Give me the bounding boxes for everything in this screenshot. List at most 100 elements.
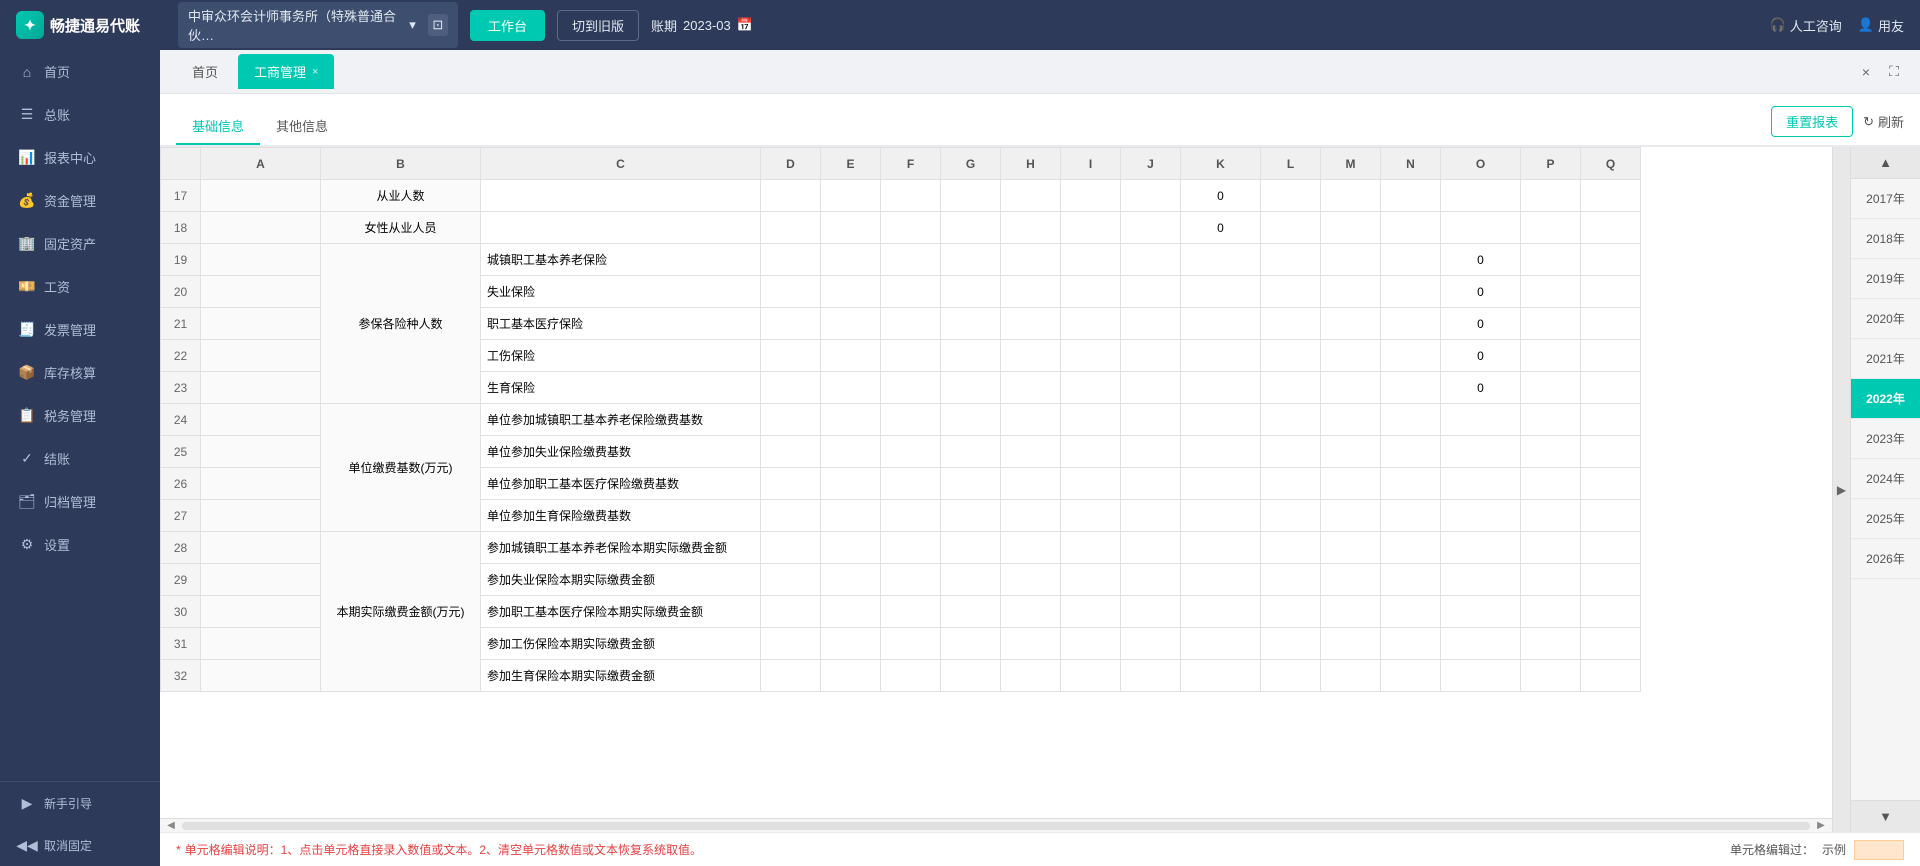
sidebar-item-newbie[interactable]: ▶ 新手引导 [0,782,160,824]
cell-E-21[interactable] [821,308,881,340]
cell-J-29[interactable] [1121,564,1181,596]
refresh-button[interactable]: ↻ 刷新 [1863,112,1904,131]
cell-A-25[interactable] [201,436,321,468]
cell-K-23[interactable] [1181,372,1261,404]
cell-I-19[interactable] [1061,244,1121,276]
cell-N-22[interactable] [1381,340,1441,372]
cell-C-18[interactable] [481,212,761,244]
cell-M-26[interactable] [1321,468,1381,500]
cell-C-28[interactable]: 参加城镇职工基本养老保险本期实际缴费金额 [481,532,761,564]
cell-Q-23[interactable] [1581,372,1641,404]
cell-D-24[interactable] [761,404,821,436]
cell-O-20[interactable]: 0 [1441,276,1521,308]
cell-N-17[interactable] [1381,180,1441,212]
cell-Q-26[interactable] [1581,468,1641,500]
cell-Q-19[interactable] [1581,244,1641,276]
cell-Q-30[interactable] [1581,596,1641,628]
cell-I-30[interactable] [1061,596,1121,628]
cell-A-28[interactable] [201,532,321,564]
cell-H-30[interactable] [1001,596,1061,628]
cell-G-27[interactable] [941,500,1001,532]
cell-P-18[interactable] [1521,212,1581,244]
cell-J-32[interactable] [1121,660,1181,692]
cell-M-19[interactable] [1321,244,1381,276]
cell-P-32[interactable] [1521,660,1581,692]
cell-O-27[interactable] [1441,500,1521,532]
cell-E-29[interactable] [821,564,881,596]
cell-M-24[interactable] [1321,404,1381,436]
cell-J-26[interactable] [1121,468,1181,500]
cell-O-23[interactable]: 0 [1441,372,1521,404]
cell-G-18[interactable] [941,212,1001,244]
sidebar-item-settings[interactable]: ⚙ 设置 [0,523,160,566]
cell-A-24[interactable] [201,404,321,436]
cell-Q-31[interactable] [1581,628,1641,660]
cell-A-23[interactable] [201,372,321,404]
cell-C-17[interactable] [481,180,761,212]
cell-J-20[interactable] [1121,276,1181,308]
cell-I-27[interactable] [1061,500,1121,532]
cell-J-18[interactable] [1121,212,1181,244]
cell-H-21[interactable] [1001,308,1061,340]
service-button[interactable]: 🎧 人工咨询 [1770,16,1842,35]
old-version-button[interactable]: 切到旧版 [557,10,639,41]
cell-O-24[interactable] [1441,404,1521,436]
cell-M-25[interactable] [1321,436,1381,468]
cell-Q-21[interactable] [1581,308,1641,340]
h-scrollbar[interactable]: ◀ ▶ [160,818,1832,832]
cell-K-32[interactable] [1181,660,1261,692]
cell-E-17[interactable] [821,180,881,212]
cell-F-29[interactable] [881,564,941,596]
cell-I-24[interactable] [1061,404,1121,436]
cell-L-21[interactable] [1261,308,1321,340]
cell-O-22[interactable]: 0 [1441,340,1521,372]
cell-A-26[interactable] [201,468,321,500]
cell-G-20[interactable] [941,276,1001,308]
cell-D-22[interactable] [761,340,821,372]
cell-A-31[interactable] [201,628,321,660]
cell-J-17[interactable] [1121,180,1181,212]
cell-C-19[interactable]: 城镇职工基本养老保险 [481,244,761,276]
sidebar-item-reports[interactable]: 📊 报表中心 [0,136,160,179]
cell-L-17[interactable] [1261,180,1321,212]
cell-K-21[interactable] [1181,308,1261,340]
cell-P-27[interactable] [1521,500,1581,532]
cell-Q-28[interactable] [1581,532,1641,564]
cell-P-29[interactable] [1521,564,1581,596]
cell-D-21[interactable] [761,308,821,340]
cell-P-25[interactable] [1521,436,1581,468]
cell-K-18[interactable]: 0 [1181,212,1261,244]
year-item-2017年[interactable]: 2017年 [1851,179,1920,219]
cell-I-21[interactable] [1061,308,1121,340]
cell-M-27[interactable] [1321,500,1381,532]
cell-A-21[interactable] [201,308,321,340]
cell-C-32[interactable]: 参加生育保险本期实际缴费金额 [481,660,761,692]
cell-E-18[interactable] [821,212,881,244]
cell-P-19[interactable] [1521,244,1581,276]
cell-B-17[interactable]: 从业人数 [321,180,481,212]
cell-G-22[interactable] [941,340,1001,372]
cell-I-20[interactable] [1061,276,1121,308]
cell-D-18[interactable] [761,212,821,244]
cell-K-19[interactable] [1181,244,1261,276]
cell-O-29[interactable] [1441,564,1521,596]
cell-M-32[interactable] [1321,660,1381,692]
cell-L-30[interactable] [1261,596,1321,628]
cell-H-17[interactable] [1001,180,1061,212]
cell-D-31[interactable] [761,628,821,660]
cell-P-24[interactable] [1521,404,1581,436]
cell-H-22[interactable] [1001,340,1061,372]
year-item-2023年[interactable]: 2023年 [1851,419,1920,459]
cell-N-29[interactable] [1381,564,1441,596]
cell-H-18[interactable] [1001,212,1061,244]
cell-E-26[interactable] [821,468,881,500]
cell-I-17[interactable] [1061,180,1121,212]
cell-J-21[interactable] [1121,308,1181,340]
sheet-scroll[interactable]: A B C D E F G H I J K L [160,147,1832,818]
window-expand-button[interactable]: ⛶ [1884,62,1904,82]
year-item-2024年[interactable]: 2024年 [1851,459,1920,499]
cell-D-28[interactable] [761,532,821,564]
year-item-2019年[interactable]: 2019年 [1851,259,1920,299]
sidebar-item-invoices[interactable]: 🧾 发票管理 [0,308,160,351]
cell-G-32[interactable] [941,660,1001,692]
